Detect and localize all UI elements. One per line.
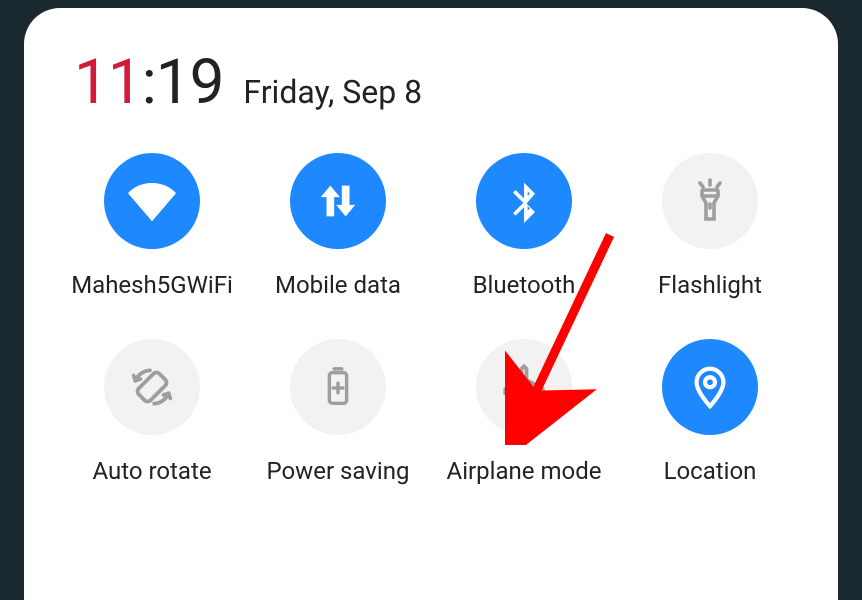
airplane-mode-label: Airplane mode (447, 457, 602, 485)
bluetooth-tile[interactable]: Bluetooth (436, 153, 612, 299)
wifi-icon (104, 153, 200, 249)
airplane-mode-tile[interactable]: Airplane mode (436, 339, 612, 485)
flashlight-icon (662, 153, 758, 249)
auto-rotate-icon (104, 339, 200, 435)
clock-colon: : (142, 46, 156, 119)
bluetooth-icon (476, 153, 572, 249)
wifi-label: Mahesh5GWiFi (71, 271, 233, 299)
clock-date: Friday, Sep 8 (243, 73, 422, 111)
quick-settings-panel: 11:19 Friday, Sep 8 Mahesh5GWiFi Mobile … (24, 8, 838, 600)
mobile-data-tile[interactable]: Mobile data (250, 153, 426, 299)
clock-time: 11:19 (74, 46, 223, 119)
location-tile[interactable]: Location (622, 339, 798, 485)
flashlight-label: Flashlight (658, 271, 762, 299)
quick-settings-grid: Mahesh5GWiFi Mobile data Bluetooth (64, 153, 798, 485)
power-saving-icon (290, 339, 386, 435)
clock-hour: 11 (74, 46, 142, 119)
location-label: Location (664, 457, 757, 485)
clock-minute: 19 (156, 46, 224, 119)
status-header: 11:19 Friday, Sep 8 (64, 46, 798, 119)
power-saving-tile[interactable]: Power saving (250, 339, 426, 485)
mobile-data-icon (290, 153, 386, 249)
flashlight-tile[interactable]: Flashlight (622, 153, 798, 299)
auto-rotate-tile[interactable]: Auto rotate (64, 339, 240, 485)
auto-rotate-label: Auto rotate (92, 457, 211, 485)
location-icon (662, 339, 758, 435)
mobile-data-label: Mobile data (275, 271, 401, 299)
airplane-icon (476, 339, 572, 435)
power-saving-label: Power saving (267, 457, 410, 485)
wifi-tile[interactable]: Mahesh5GWiFi (64, 153, 240, 299)
bluetooth-label: Bluetooth (473, 271, 576, 299)
